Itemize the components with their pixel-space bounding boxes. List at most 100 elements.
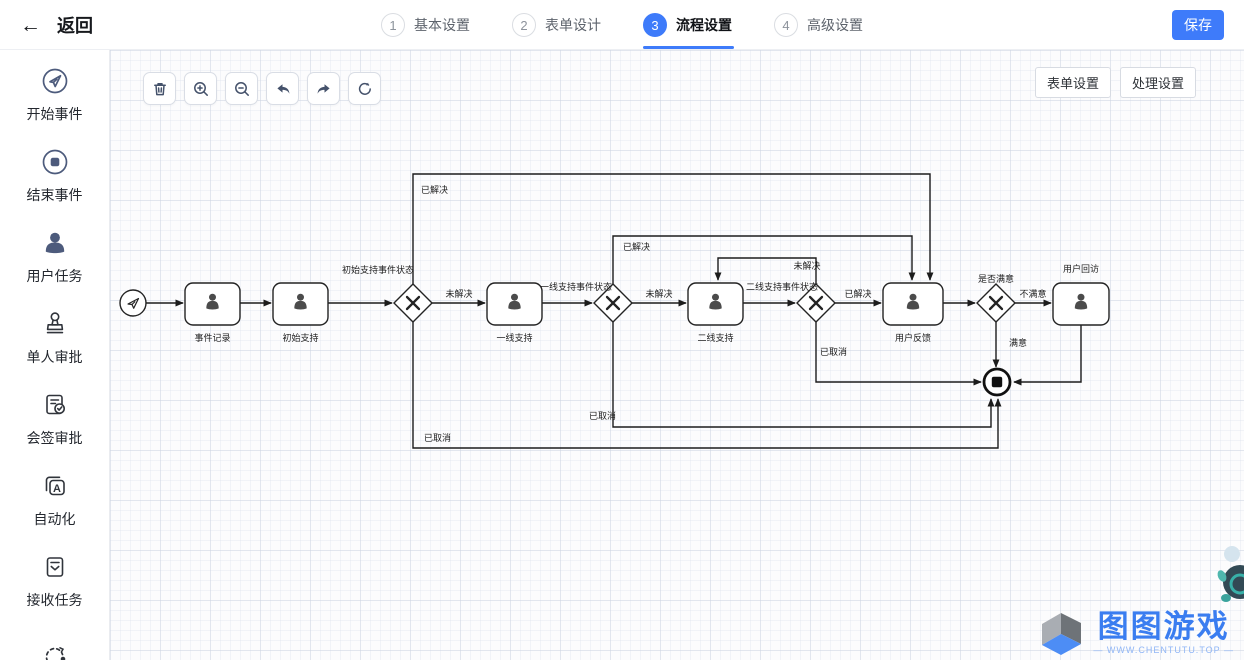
automation-icon: A [39,470,71,502]
step-number: 2 [512,13,536,37]
zoom-in-icon [193,81,208,96]
palette-item-start-event[interactable]: 开始事件 [0,65,109,146]
flow-label: 未解决 [445,288,472,299]
step-basic-settings[interactable]: 1 基本设置 [381,0,470,50]
step-label: 表单设计 [545,17,601,33]
palette-item-user-task[interactable]: 用户任务 [0,227,109,308]
node-gateway-initial-status[interactable]: 初始支持事件状态 [342,264,433,323]
svg-text:A: A [53,483,61,495]
flow-label: 未解决 [793,260,820,271]
start-event-icon [39,65,71,97]
step-label: 高级设置 [807,17,863,33]
top-bar: ← 返回 1 基本设置 2 表单设计 3 流程设置 4 高级设置 保存 [0,0,1244,50]
flow-label: 已取消 [820,346,847,357]
back-label[interactable]: 返回 [57,12,93,38]
undo-icon [276,83,289,94]
step-label: 基本设置 [414,17,470,33]
floating-assistant-widget[interactable] [1210,544,1244,606]
task-label: 用户回访 [1063,263,1099,274]
flow-label: 已解决 [844,288,871,299]
step-advanced-settings[interactable]: 4 高级设置 [774,0,863,50]
node-gateway-line2-status[interactable]: 二线支持事件状态 [746,281,836,323]
canvas-action-buttons: 表单设置 处理设置 [1034,67,1196,98]
task-label: 事件记录 [194,332,230,343]
node-task-user-feedback[interactable]: 用户反馈 [882,282,944,343]
palette-item-end-event[interactable]: 结束事件 [0,146,109,227]
watermark-cube-logo [1042,613,1082,655]
end-event-icon [39,146,71,178]
node-task-initial-support[interactable]: 初始支持 [272,282,329,343]
palette-item-label: 会签审批 [26,430,83,446]
step-form-design[interactable]: 2 表单设计 [512,0,601,50]
palette-item-sequence-flow[interactable] [0,632,109,660]
task-label: 二线支持 [697,332,733,343]
node-start-event[interactable] [119,289,147,317]
watermark-title: 图图游戏 [1097,608,1230,644]
zoom-out-button[interactable] [225,72,258,105]
back-button[interactable]: ← 返回 [20,0,93,50]
step-number: 4 [774,13,798,37]
palette-item-label: 结束事件 [26,187,83,203]
delete-button[interactable] [143,72,176,105]
refresh-button[interactable] [348,72,381,105]
palette-item-countersign-approval[interactable]: 会签审批 [0,389,109,470]
palette-item-receive-task[interactable]: 接收任务 [0,551,109,632]
step-process-settings[interactable]: 3 流程设置 [643,0,734,50]
task-label: 一线支持 [496,332,532,343]
countersign-approval-icon [39,389,71,421]
element-palette: 开始事件 结束事件 用户任务 单人审批 会签审批 A 自动化 接收任务 [0,50,110,660]
assistant-mascot-icon [1217,546,1244,602]
save-button[interactable]: 保存 [1172,10,1224,40]
task-label: 用户反馈 [895,332,931,343]
form-settings-button[interactable]: 表单设置 [1034,67,1111,98]
process-canvas[interactable]: 表单设置 处理设置 事件记录 初始支持 一线支持 二线支持 用户反馈 用户回访 … [110,50,1244,660]
node-gateway-satisfied[interactable]: 是否满意 [976,273,1016,323]
flow-label: 不满意 [1019,288,1046,299]
gateway-label: 二线支持事件状态 [746,281,818,292]
user-task-icon [39,227,71,259]
step-number: 1 [381,13,405,37]
trash-icon [153,82,166,95]
palette-item-label: 自动化 [33,511,76,527]
node-task-line1-support[interactable]: 一线支持 [486,282,543,343]
flow-label: 已解决 [421,184,448,195]
palette-item-automation[interactable]: A 自动化 [0,470,109,551]
flow-label: 已取消 [589,410,616,421]
zoom-in-button[interactable] [184,72,217,105]
gateway-label: 是否满意 [978,273,1014,284]
node-end-event[interactable] [982,367,1012,397]
watermark: 图图游戏 — WWW.CHENTUTU.TOP — [1034,606,1234,660]
zoom-out-icon [234,81,249,96]
node-task-record[interactable]: 事件记录 [184,282,241,343]
gateway-label: 一线支持事件状态 [540,281,612,292]
node-task-user-revisit[interactable]: 用户回访 [1052,263,1110,326]
end-event-glyph [991,376,1003,388]
flow-label: 满意 [1009,337,1027,348]
bpmn-diagram: 事件记录 初始支持 一线支持 二线支持 用户反馈 用户回访 初始支持事件状态 一… [119,173,1110,449]
back-arrow-icon[interactable]: ← [20,15,41,36]
redo-button[interactable] [307,72,340,105]
receive-task-icon [39,551,71,583]
wizard-steps: 1 基本设置 2 表单设计 3 流程设置 4 高级设置 [381,0,863,50]
step-number: 3 [643,13,667,37]
task-label: 初始支持 [282,332,318,343]
node-gateway-line1-status[interactable]: 一线支持事件状态 [540,281,633,323]
gateway-label: 初始支持事件状态 [342,264,414,275]
watermark-subtitle: — WWW.CHENTUTU.TOP — [1093,645,1234,656]
undo-button[interactable] [266,72,299,105]
palette-item-label: 用户任务 [26,268,83,284]
canvas-toolbar [143,72,381,105]
palette-item-single-approval[interactable]: 单人审批 [0,308,109,389]
flow-label: 已解决 [623,241,650,252]
step-label: 流程设置 [676,17,732,33]
redo-icon [317,83,330,94]
node-task-line2-support[interactable]: 二线支持 [687,282,744,343]
palette-item-label: 接收任务 [26,592,83,608]
flow-revisit-to-end [1013,325,1082,386]
flow-label: 未解决 [645,288,672,299]
stamp-icon [39,308,71,340]
flow-g1-resolved-loop [412,173,934,284]
process-settings-button[interactable]: 处理设置 [1119,67,1196,98]
refresh-icon [358,82,371,95]
flow-g2-resolved-loop [612,235,916,284]
